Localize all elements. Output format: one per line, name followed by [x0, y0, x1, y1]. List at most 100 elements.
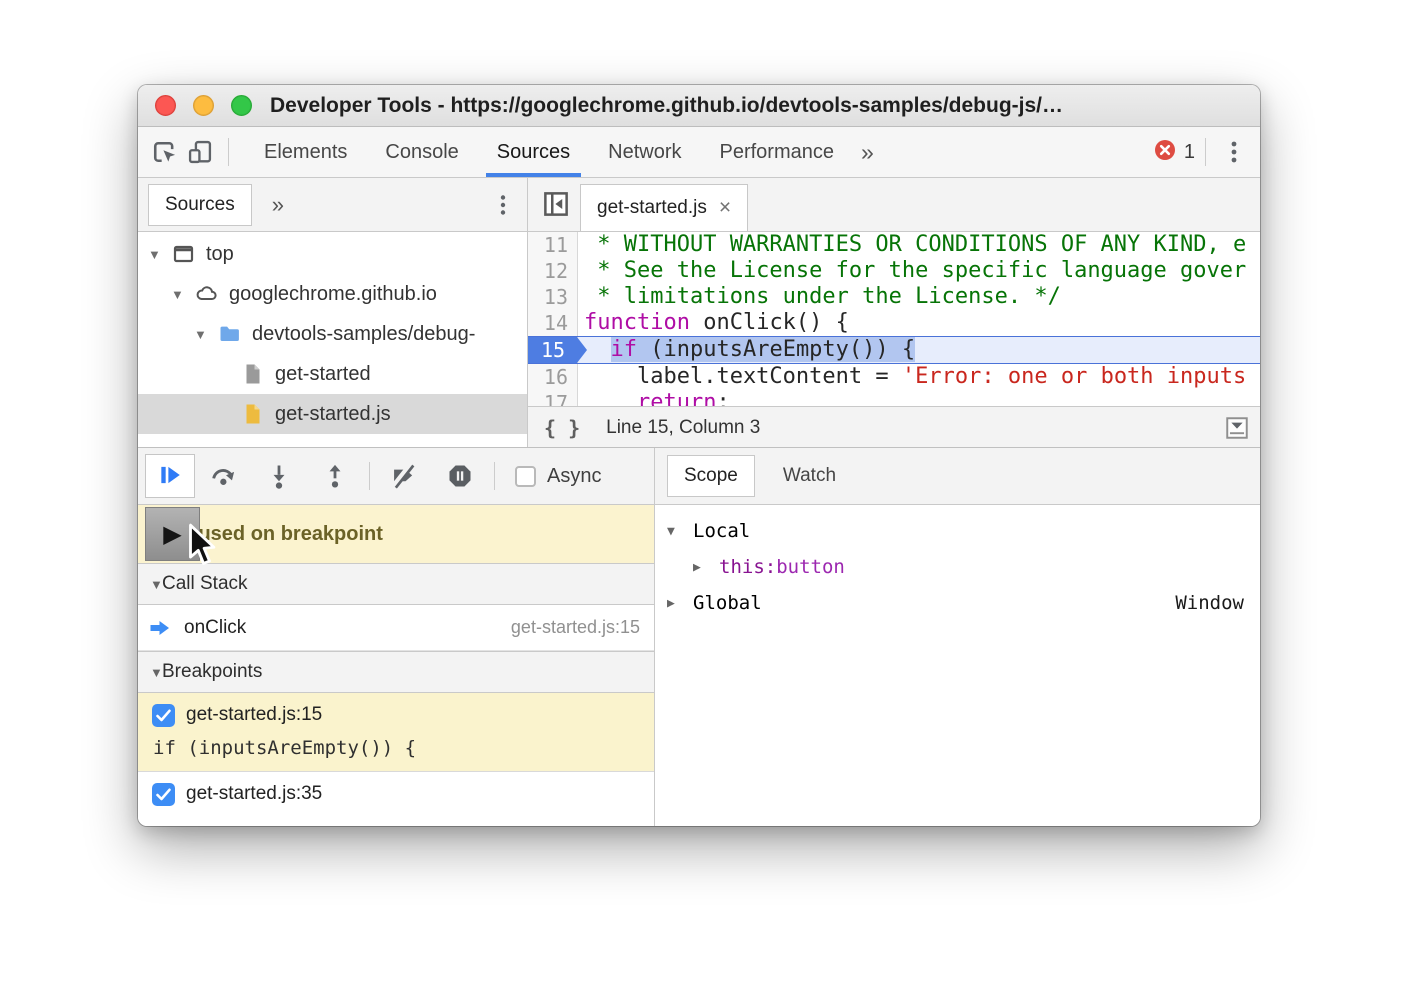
panel-dropdown-icon[interactable] — [1224, 415, 1250, 441]
line-number-16[interactable]: 16 — [528, 364, 578, 390]
line-number-17[interactable]: 17 — [528, 390, 578, 406]
breakpoints-header[interactable]: ▼ Breakpoints — [138, 651, 654, 693]
more-panels-icon[interactable]: » — [861, 139, 874, 166]
cursor-position: Line 15, Column 3 — [606, 417, 760, 439]
resume-icon — [157, 462, 183, 491]
step-out-icon[interactable] — [320, 461, 350, 491]
active-frame-arrow-icon — [148, 618, 174, 638]
tree-item-devtools-samples-debug-[interactable]: ▼devtools-samples/debug- — [138, 314, 527, 354]
scope-pane: Scope Watch ▼Local▶this: button▶GlobalWi… — [655, 448, 1260, 826]
breakpoint-checkbox[interactable] — [152, 783, 175, 806]
call-stack-frame[interactable]: onClickget-started.js:15 — [138, 605, 654, 651]
collapsed-triangle-icon[interactable]: ▶ — [667, 596, 693, 611]
step-over-icon[interactable] — [208, 461, 238, 491]
debug-toolbar-divider — [369, 462, 370, 490]
tab-console[interactable]: Console — [366, 127, 477, 177]
tab-performance[interactable]: Performance — [701, 127, 854, 177]
line-number-13[interactable]: 13 — [528, 284, 578, 310]
code-line-16[interactable]: 16 label.textContent = 'Error: one or bo… — [528, 364, 1260, 390]
scope-separator: : — [765, 556, 776, 578]
minimize-window-button[interactable] — [193, 95, 214, 116]
tab-sources[interactable]: Sources — [478, 127, 589, 177]
frame-function-name: onClick — [184, 617, 511, 639]
navigator-sidebar: Sources » ▼top▼googlechrome.github.io▼de… — [138, 178, 528, 447]
async-control: Async — [515, 465, 601, 488]
pretty-print-icon[interactable]: { } — [544, 416, 580, 440]
tree-item-top[interactable]: ▼top — [138, 234, 527, 274]
tab-scope[interactable]: Scope — [667, 455, 755, 497]
code-indent — [584, 337, 611, 362]
code-line-11[interactable]: 11 * WITHOUT WARRANTIES OR CONDITIONS OF… — [528, 232, 1260, 258]
scope-value: Window — [1175, 592, 1244, 614]
sources-navigator-tab[interactable]: Sources — [148, 184, 252, 226]
editor-tab[interactable]: get-started.js × — [580, 184, 748, 231]
line-number-12[interactable]: 12 — [528, 258, 578, 284]
breakpoint-checkbox[interactable] — [152, 704, 175, 727]
navigator-kebab-menu-icon[interactable] — [487, 189, 519, 221]
inspect-element-icon[interactable] — [146, 134, 182, 170]
tab-elements[interactable]: Elements — [245, 127, 366, 177]
code-token: 'Error: one or both inputs — [902, 364, 1246, 389]
debugger-bottom-split: Async Paused on breakpoint ▼ Call Stack … — [138, 448, 1260, 826]
scope-value: button — [776, 556, 845, 578]
expanded-triangle-icon[interactable]: ▼ — [171, 287, 194, 302]
code-token: if — [611, 337, 638, 362]
navigator-header: Sources » — [138, 178, 527, 232]
async-label: Async — [547, 465, 601, 488]
step-into-icon[interactable] — [264, 461, 294, 491]
code-line-17[interactable]: 17 return; — [528, 390, 1260, 406]
code-line-13[interactable]: 13 * limitations under the License. */ — [528, 284, 1260, 310]
resume-button[interactable] — [145, 454, 195, 498]
code-line-text: if (inputsAreEmpty()) { — [578, 337, 915, 363]
tree-item-get-started[interactable]: get-started — [138, 354, 527, 394]
tree-item-googlechrome-github-io[interactable]: ▼ googlechrome.github.io — [138, 274, 527, 314]
scope-row-this[interactable]: ▶this: button — [655, 549, 1260, 585]
titlebar: Developer Tools - https://googlechrome.g… — [138, 85, 1260, 127]
tree-item-label: googlechrome.github.io — [229, 283, 437, 306]
editor-statusbar: { } Line 15, Column 3 — [528, 406, 1260, 447]
code-token: (inputsAreEmpty()) { — [637, 337, 915, 362]
scope-row-local[interactable]: ▼Local — [655, 513, 1260, 549]
expanded-triangle-icon[interactable]: ▼ — [148, 247, 171, 262]
breakpoint-location: get-started.js:35 — [186, 783, 322, 805]
scope-row-global[interactable]: ▶GlobalWindow — [655, 585, 1260, 621]
tree-item-get-started-js[interactable]: get-started.js — [138, 394, 527, 434]
tab-watch[interactable]: Watch — [783, 465, 836, 487]
error-count-badge[interactable]: 1 — [1154, 139, 1195, 166]
code-line-text: function onClick() { — [578, 310, 849, 336]
pause-on-exceptions-icon[interactable] — [445, 461, 475, 491]
async-checkbox[interactable] — [515, 466, 536, 487]
zoom-window-button[interactable] — [231, 95, 252, 116]
tab-network[interactable]: Network — [589, 127, 700, 177]
expanded-triangle-icon[interactable]: ▼ — [194, 327, 217, 342]
call-stack-header[interactable]: ▼ Call Stack — [138, 563, 654, 605]
device-toolbar-icon[interactable] — [182, 134, 218, 170]
breakpoint-row: get-started.js:15 — [138, 693, 654, 737]
close-window-button[interactable] — [155, 95, 176, 116]
code-line-14[interactable]: 14function onClick() { — [528, 310, 1260, 336]
navigator-more-tabs-icon[interactable]: » — [272, 192, 284, 218]
code-token: return — [637, 390, 716, 406]
file-tree: ▼top▼googlechrome.github.io▼devtools-sam… — [138, 232, 527, 447]
call-stack-list: onClickget-started.js:15 — [138, 605, 654, 651]
toggle-navigator-icon[interactable] — [536, 184, 576, 224]
line-number-15[interactable]: 15 — [528, 337, 578, 363]
line-number-14[interactable]: 14 — [528, 310, 578, 336]
expanded-triangle-icon[interactable]: ▼ — [667, 524, 693, 539]
kebab-menu-icon[interactable] — [1216, 134, 1252, 170]
collapsed-triangle-icon[interactable]: ▶ — [693, 560, 719, 575]
debug-toolbar-divider — [494, 462, 495, 490]
breakpoint-entry[interactable]: get-started.js:15if (inputsAreEmpty()) { — [138, 693, 654, 772]
code-token: ; — [716, 390, 729, 406]
deactivate-breakpoints-icon[interactable] — [389, 461, 419, 491]
code-line-text: * See the License for the specific langu… — [578, 258, 1246, 284]
code-line-15[interactable]: 15 if (inputsAreEmpty()) { — [528, 336, 1260, 364]
code-editor[interactable]: 11 * WITHOUT WARRANTIES OR CONDITIONS OF… — [528, 232, 1260, 406]
line-number-11[interactable]: 11 — [528, 232, 578, 258]
scope-tree: ▼Local▶this: button▶GlobalWindow — [655, 505, 1260, 826]
close-tab-icon[interactable]: × — [719, 196, 731, 220]
code-line-12[interactable]: 12 * See the License for the specific la… — [528, 258, 1260, 284]
breakpoint-code-snippet: if (inputsAreEmpty()) { — [138, 737, 654, 771]
breakpoint-entry[interactable]: get-started.js:35 — [138, 772, 654, 816]
code-line-text: return; — [578, 390, 730, 406]
